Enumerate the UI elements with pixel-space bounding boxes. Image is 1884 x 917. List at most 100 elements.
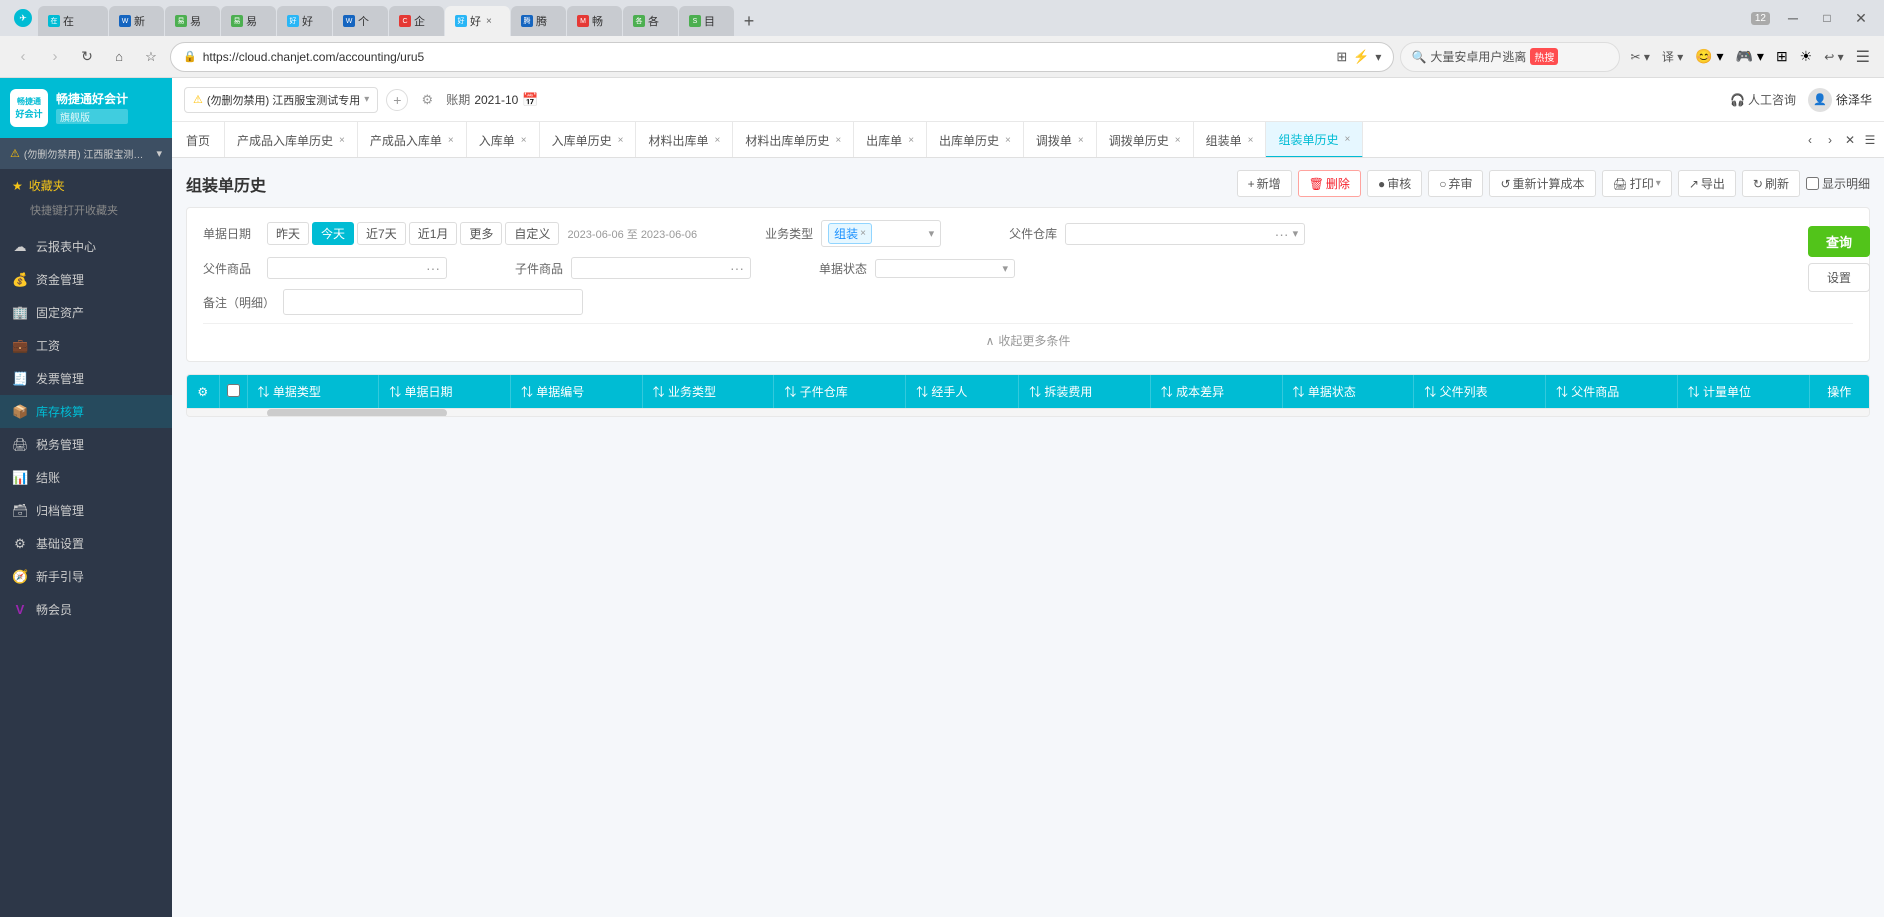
page-tab-inbound-hist[interactable]: 入库单历史 × (540, 122, 637, 158)
scroll-bar[interactable] (187, 408, 1869, 416)
browser-tab-7[interactable]: C 企 (389, 6, 444, 36)
sidebar-item-funds[interactable]: 💰 资金管理 (0, 263, 172, 296)
page-tab-assemble[interactable]: 组装单 × (1194, 122, 1267, 158)
sidebar-company[interactable]: ⚠ (勿删勿禁用) 江西服宝测试专用 ▾ (0, 138, 172, 169)
browser-tab-12[interactable]: S 目 (679, 6, 734, 36)
reload-btn[interactable]: ↻ (74, 44, 100, 70)
th-status[interactable]: ⇅ 单据状态 (1282, 375, 1414, 408)
product-dots[interactable]: ··· (426, 260, 440, 276)
close-tab-icon-6[interactable]: × (835, 135, 841, 146)
close-tab-icon-12[interactable]: × (1344, 134, 1350, 145)
tag-close-icon[interactable]: × (860, 228, 866, 239)
th-parent-product[interactable]: ⇅ 父件商品 (1545, 375, 1677, 408)
detail-checkbox-input[interactable] (1806, 177, 1819, 190)
forward-btn[interactable]: › (42, 44, 68, 70)
close-tab-icon[interactable]: × (339, 135, 345, 146)
page-tab-material-out-hist[interactable]: 材料出库单历史 × (733, 122, 854, 158)
close-tab-icon-7[interactable]: × (908, 135, 914, 146)
recalc-btn[interactable]: ↺ 重新计算成本 (1489, 170, 1595, 197)
review-btn[interactable]: ● 审核 (1367, 170, 1422, 197)
home-btn[interactable]: ⌂ (106, 44, 132, 70)
page-tab-outbound-hist[interactable]: 出库单历史 × (927, 122, 1024, 158)
sidebar-item-tax[interactable]: 🖨 税务管理 (0, 428, 172, 461)
service-btn[interactable]: 🎧 人工咨询 (1730, 91, 1796, 108)
menu-icon[interactable]: ☰ (1852, 47, 1874, 67)
brightness-icon[interactable]: ☀ (1796, 48, 1817, 65)
abandon-btn[interactable]: ○ 弃审 (1428, 170, 1483, 197)
tab-arrow-right[interactable]: › (1820, 130, 1840, 150)
browser-tab-2[interactable]: W 新 (109, 6, 164, 36)
custom-date-btn[interactable]: 自定义 (505, 222, 559, 245)
back-btn[interactable]: ‹ (10, 44, 36, 70)
close-tab-icon-8[interactable]: × (1005, 135, 1011, 146)
close-btn[interactable]: ✕ (1846, 8, 1876, 28)
refresh-btn[interactable]: ↻ 刷新 (1742, 170, 1800, 197)
browser-tab-1[interactable]: 在 在 (38, 6, 108, 36)
close-tab-icon-2[interactable]: × (448, 135, 454, 146)
company-selector[interactable]: ⚠ (勿删勿禁用) 江西服宝测试专用 ▾ (184, 87, 378, 113)
grid-icon-2[interactable]: ⊞ (1772, 48, 1792, 65)
close-tab-icon-9[interactable]: × (1078, 135, 1084, 146)
minimize-btn[interactable]: ─ (1778, 8, 1808, 28)
th-cost-diff[interactable]: ⇅ 成本差异 (1150, 375, 1282, 408)
favorites-section[interactable]: ★ 收藏夹 (0, 169, 172, 202)
browser-tab-4[interactable]: 易 易 (221, 6, 276, 36)
th-doc-type[interactable]: ⇅ 单据类型 (247, 375, 379, 408)
browser-tab-8-active[interactable]: 好 好 × (445, 6, 510, 36)
page-tab-home[interactable]: 首页 (172, 122, 225, 158)
sidebar-item-guide[interactable]: 🧭 新手引导 (0, 560, 172, 593)
export-btn[interactable]: ↗ 导出 (1678, 170, 1736, 197)
browser-tab-10[interactable]: M 畅 (567, 6, 622, 36)
th-doc-date[interactable]: ⇅ 单据日期 (379, 375, 511, 408)
settings-btn[interactable]: 设置 (1808, 263, 1870, 292)
page-tab-inbound[interactable]: 入库单 × (467, 122, 540, 158)
page-tab-prod-inbound[interactable]: 产成品入库单 × (358, 122, 467, 158)
th-gear[interactable]: ⚙ (187, 375, 219, 408)
close-tab-icon-11[interactable]: × (1248, 135, 1254, 146)
search-box[interactable]: 🔍 大量安卓用户逃离 热搜 (1400, 42, 1620, 72)
sidebar-item-inventory[interactable]: 📦 库存核算 (0, 395, 172, 428)
browser-tab-5[interactable]: 好 好 (277, 6, 332, 36)
sidebar-item-payroll[interactable]: 💼 工资 (0, 329, 172, 362)
scissors-icon[interactable]: ✂ ▾ (1626, 50, 1653, 64)
th-handler[interactable]: ⇅ 经手人 (906, 375, 1019, 408)
browser-tab-3[interactable]: 易 易 (165, 6, 220, 36)
zap-icon[interactable]: ⚡ (1353, 49, 1369, 65)
remark-input[interactable] (283, 289, 583, 315)
sidebar-item-member[interactable]: V 畅会员 (0, 593, 172, 626)
sidebar-item-archive[interactable]: 🗃 归档管理 (0, 494, 172, 527)
page-tab-assemble-hist-active[interactable]: 组装单历史 × (1266, 122, 1363, 158)
calendar-icon[interactable]: 📅 (522, 92, 538, 108)
sidebar-item-invoice[interactable]: 🧾 发票管理 (0, 362, 172, 395)
query-btn[interactable]: 查询 (1808, 226, 1870, 257)
address-input[interactable]: 🔒 https://cloud.chanjet.com/accounting/u… (170, 42, 1394, 72)
tab-close-btn[interactable]: × (486, 16, 492, 27)
undo-icon[interactable]: ↩ ▾ (1820, 50, 1847, 64)
last7-btn[interactable]: 近7天 (357, 222, 406, 245)
warehouse-dots[interactable]: ··· (1275, 226, 1289, 242)
status-chevron[interactable]: ▾ (1003, 262, 1009, 275)
sidebar-item-reports[interactable]: ☁ 云报表中心 (0, 230, 172, 263)
child-product-dots[interactable]: ··· (730, 260, 744, 276)
tab-menu-icon[interactable]: ☰ (1860, 130, 1880, 150)
tab-close-all[interactable]: ✕ (1840, 130, 1860, 150)
th-doc-no[interactable]: ⇅ 单据编号 (510, 375, 642, 408)
th-child-warehouse[interactable]: ⇅ 子件仓库 (774, 375, 906, 408)
grid-icon[interactable]: ⊞ (1336, 49, 1347, 65)
new-tab-btn[interactable]: + (735, 6, 763, 36)
child-product-input[interactable]: ··· (571, 257, 751, 279)
scroll-thumb[interactable] (267, 409, 447, 417)
collapse-btn[interactable]: ∧ 收起更多条件 (986, 332, 1071, 349)
close-tab-icon-5[interactable]: × (714, 135, 720, 146)
page-tab-prod-inbound-hist[interactable]: 产成品入库单历史 × (225, 122, 358, 158)
sidebar-item-assets[interactable]: 🏢 固定资产 (0, 296, 172, 329)
close-tab-icon-4[interactable]: × (618, 135, 624, 146)
yesterday-btn[interactable]: 昨天 (267, 222, 309, 245)
print-btn[interactable]: 🖨 打印 ▾ (1602, 170, 1672, 197)
add-company-btn[interactable]: + (386, 89, 408, 111)
close-tab-icon-3[interactable]: × (521, 135, 527, 146)
page-tab-transfer-hist[interactable]: 调拨单历史 × (1097, 122, 1194, 158)
close-tab-icon-10[interactable]: × (1175, 135, 1181, 146)
bookmark-btn[interactable]: ☆ (138, 44, 164, 70)
page-tab-transfer[interactable]: 调拨单 × (1024, 122, 1097, 158)
